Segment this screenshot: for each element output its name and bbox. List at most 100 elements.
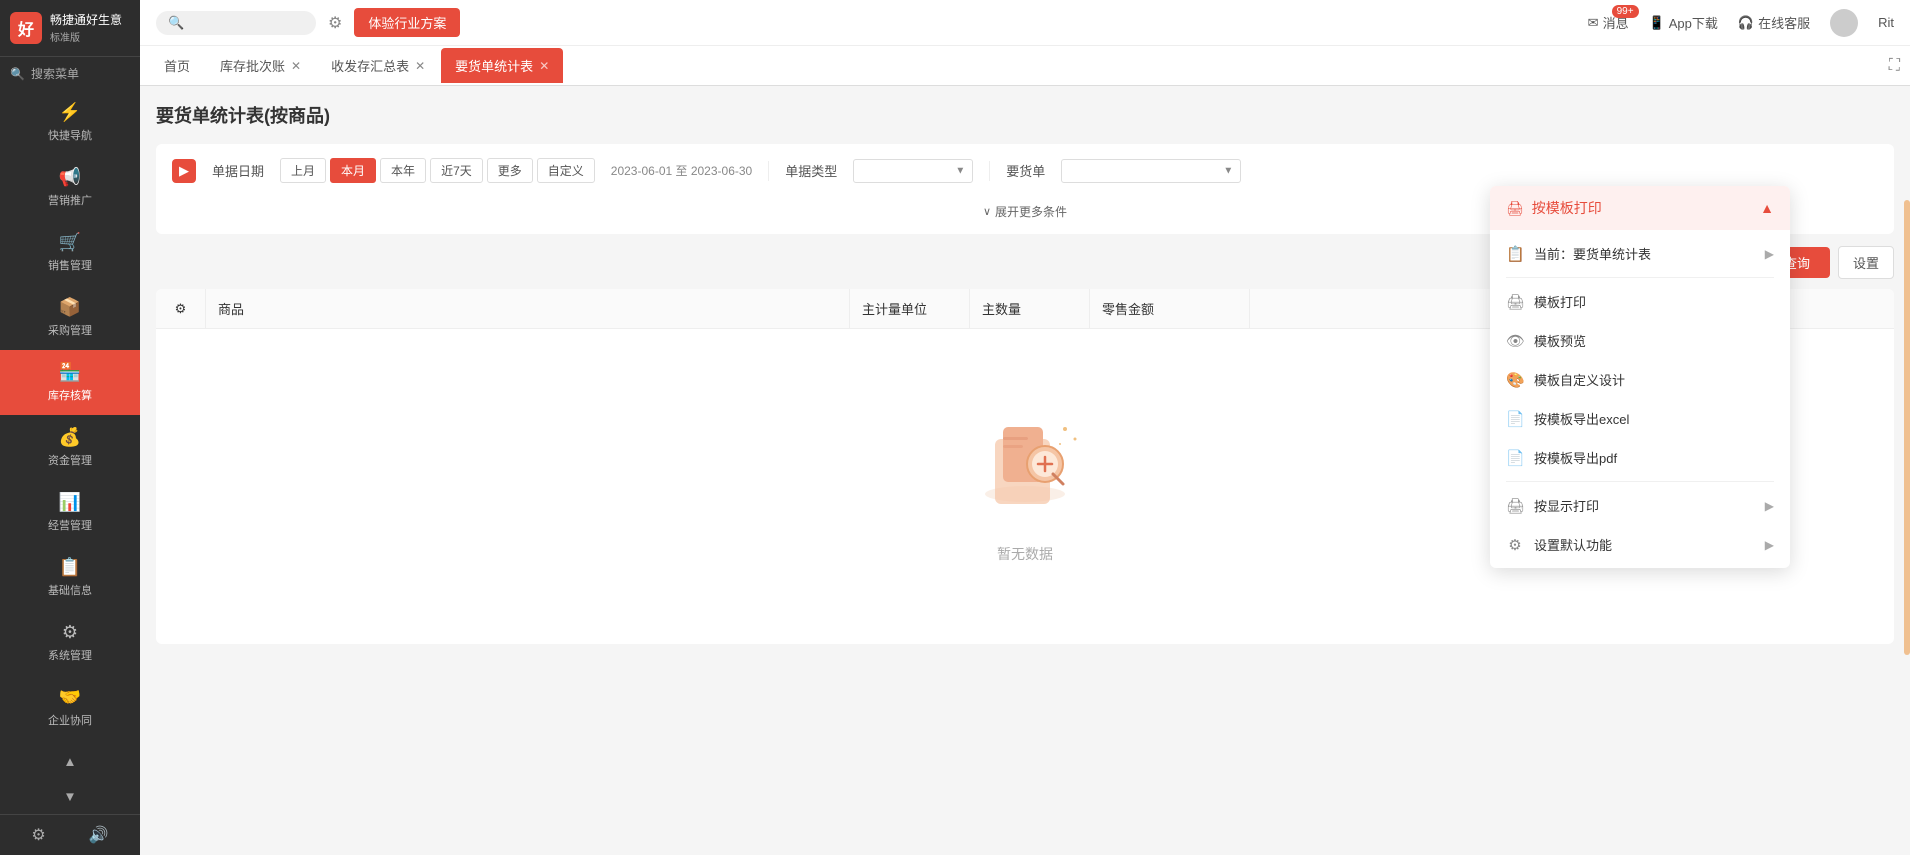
quick-nav-label: 快捷导航	[48, 127, 92, 143]
sidebar-item-finance[interactable]: 💰 资金管理	[0, 415, 140, 480]
sidebar-bottom: ⚙ 🔊	[0, 814, 140, 855]
tab-collection-summary-label: 收发存汇总表	[331, 56, 409, 75]
sound-icon[interactable]: 🔊	[89, 825, 109, 845]
basic-icon: 📋	[59, 557, 81, 578]
th-settings[interactable]: ⚙	[156, 289, 206, 328]
template-design-label: 模板自定义设计	[1534, 370, 1774, 389]
tab-order-stats-close[interactable]: ✕	[539, 59, 549, 73]
expand-icon: ∨	[983, 205, 991, 218]
sidebar-item-inventory[interactable]: 🏪 库存核算	[0, 350, 140, 415]
tab-maximize-icon[interactable]: ⛶	[1889, 57, 1900, 75]
right-scrollbar	[1904, 200, 1910, 655]
headset-icon: 🎧	[1738, 15, 1754, 31]
display-print-icon: 🖨	[1506, 497, 1524, 515]
dropdown-template-preview[interactable]: 👁 模板预览	[1490, 321, 1790, 360]
dropdown-template-print[interactable]: 🖨 模板打印	[1490, 282, 1790, 321]
sidebar-item-cooperation[interactable]: 🤝 企业协同	[0, 675, 140, 740]
finance-icon: 💰	[59, 427, 81, 448]
marketing-icon: 📢	[59, 167, 81, 188]
type-select-wrapper	[853, 159, 973, 183]
date-range-display: 2023-06-01 至 2023-06-30	[611, 162, 752, 179]
tab-collection-summary-close[interactable]: ✕	[415, 59, 425, 73]
topbar-settings-icon[interactable]: ⚙	[328, 13, 342, 33]
sidebar-item-sales[interactable]: 🛒 销售管理	[0, 220, 140, 285]
dropdown-default-func[interactable]: ⚙ 设置默认功能 ▶	[1490, 525, 1790, 564]
online-service-label: 在线客服	[1758, 13, 1810, 32]
th-quantity: 主数量	[970, 289, 1090, 328]
dropdown-current: 📋 当前：要货单统计表 ▶	[1490, 230, 1790, 277]
dropdown-items-section: 🖨 模板打印 👁 模板预览 🎨 模板自定义设计 📄 按模板导出excel 📄	[1490, 278, 1790, 481]
message-action[interactable]: ✉ 消息 99+	[1588, 13, 1629, 32]
sidebar-search-label: 搜索菜单	[31, 65, 79, 82]
page-title: 要货单统计表(按商品)	[156, 102, 1894, 128]
sidebar-item-operation[interactable]: 📊 经营管理	[0, 480, 140, 545]
export-excel-icon: 📄	[1506, 410, 1524, 428]
tab-inventory-batch-close[interactable]: ✕	[291, 59, 301, 73]
tab-collection-summary[interactable]: 收发存汇总表 ✕	[317, 48, 439, 83]
tab-order-stats[interactable]: 要货单统计表 ✕	[441, 48, 563, 83]
sidebar-item-guide[interactable]: 🎯 新手引导	[0, 740, 140, 744]
app-name-block: 畅捷通好生意 标准版	[50, 12, 122, 44]
online-service-action[interactable]: 🎧 在线客服	[1738, 13, 1810, 32]
template-print-label: 模板打印	[1534, 292, 1774, 311]
th-goods: 商品	[206, 289, 850, 328]
system-label: 系统管理	[48, 647, 92, 663]
sidebar-item-basic[interactable]: 📋 基础信息	[0, 545, 140, 610]
date-prev-month[interactable]: 上月	[280, 158, 326, 183]
sidebar-search[interactable]: 🔍 搜索菜单	[0, 57, 140, 90]
dropdown-print-icon: 🖨	[1506, 200, 1524, 217]
date-custom[interactable]: 自定义	[537, 158, 595, 183]
default-func-chevron: ▶	[1765, 538, 1774, 552]
template-preview-label: 模板预览	[1534, 331, 1774, 350]
message-icon: ✉	[1588, 15, 1599, 31]
trial-button[interactable]: 体验行业方案	[354, 8, 460, 37]
sidebar-scroll-down[interactable]: ▼	[57, 783, 82, 810]
template-preview-icon: 👁	[1506, 332, 1524, 350]
topbar-search-input[interactable]	[190, 16, 304, 30]
export-pdf-icon: 📄	[1506, 449, 1524, 467]
th-unit: 主计量单位	[850, 289, 970, 328]
date-current-month[interactable]: 本月	[330, 158, 376, 183]
topbar: 🔍 ⚙ 体验行业方案 ✉ 消息 99+ 📱 App下载 🎧 在线客服 Rit	[140, 0, 1910, 46]
sidebar-item-marketing[interactable]: 📢 营销推广	[0, 155, 140, 220]
date-last-7-days[interactable]: 近7天	[430, 158, 483, 183]
logo-icon: 好	[10, 12, 42, 44]
dropdown-display-print[interactable]: 🖨 按显示打印 ▶	[1490, 486, 1790, 525]
purchase-label: 采购管理	[48, 322, 92, 338]
filter-toggle-btn[interactable]: ▶	[172, 159, 196, 183]
inventory-icon: 🏪	[59, 362, 81, 383]
date-buttons: 上月 本月 本年 近7天 更多 自定义	[280, 158, 595, 183]
tab-inventory-batch[interactable]: 库存批次账 ✕	[206, 48, 315, 83]
display-print-label: 按显示打印	[1534, 496, 1599, 515]
sidebar-item-purchase[interactable]: 📦 采购管理	[0, 285, 140, 350]
expand-conditions-btn[interactable]: ∨ 展开更多条件	[983, 203, 1067, 220]
app-badge: 标准版	[50, 29, 122, 44]
sidebar-item-quick-nav[interactable]: ⚡ 快捷导航	[0, 90, 140, 155]
date-current-year[interactable]: 本年	[380, 158, 426, 183]
app-download-action[interactable]: 📱 App下载	[1649, 13, 1718, 32]
topbar-search-icon: 🔍	[168, 15, 184, 31]
settings-btn[interactable]: 设置	[1838, 246, 1894, 279]
system-icon: ⚙	[62, 622, 78, 643]
type-select[interactable]	[853, 159, 973, 183]
settings-icon[interactable]: ⚙	[31, 825, 45, 845]
tab-home[interactable]: 首页	[150, 48, 204, 83]
dropdown-header[interactable]: 🖨 按模板打印 ▲	[1490, 186, 1790, 230]
app-download-icon: 📱	[1649, 15, 1665, 31]
goods-select[interactable]	[1061, 159, 1241, 183]
tab-inventory-batch-label: 库存批次账	[220, 56, 285, 75]
cooperation-icon: 🤝	[59, 687, 81, 708]
goods-select-wrapper	[1061, 159, 1241, 183]
user-avatar[interactable]	[1830, 9, 1858, 37]
dropdown-current-item[interactable]: 📋 当前：要货单统计表 ▶	[1490, 234, 1790, 273]
dropdown-export-pdf[interactable]: 📄 按模板导出pdf	[1490, 438, 1790, 477]
sidebar-item-system[interactable]: ⚙ 系统管理	[0, 610, 140, 675]
topbar-search-box[interactable]: 🔍	[156, 11, 316, 35]
date-more[interactable]: 更多	[487, 158, 533, 183]
dropdown-export-excel[interactable]: 📄 按模板导出excel	[1490, 399, 1790, 438]
dropdown-chevron-up: ▲	[1760, 200, 1774, 216]
purchase-icon: 📦	[59, 297, 81, 318]
operation-icon: 📊	[59, 492, 81, 513]
dropdown-template-design[interactable]: 🎨 模板自定义设计	[1490, 360, 1790, 399]
sidebar-scroll-up[interactable]: ▲	[57, 748, 82, 775]
